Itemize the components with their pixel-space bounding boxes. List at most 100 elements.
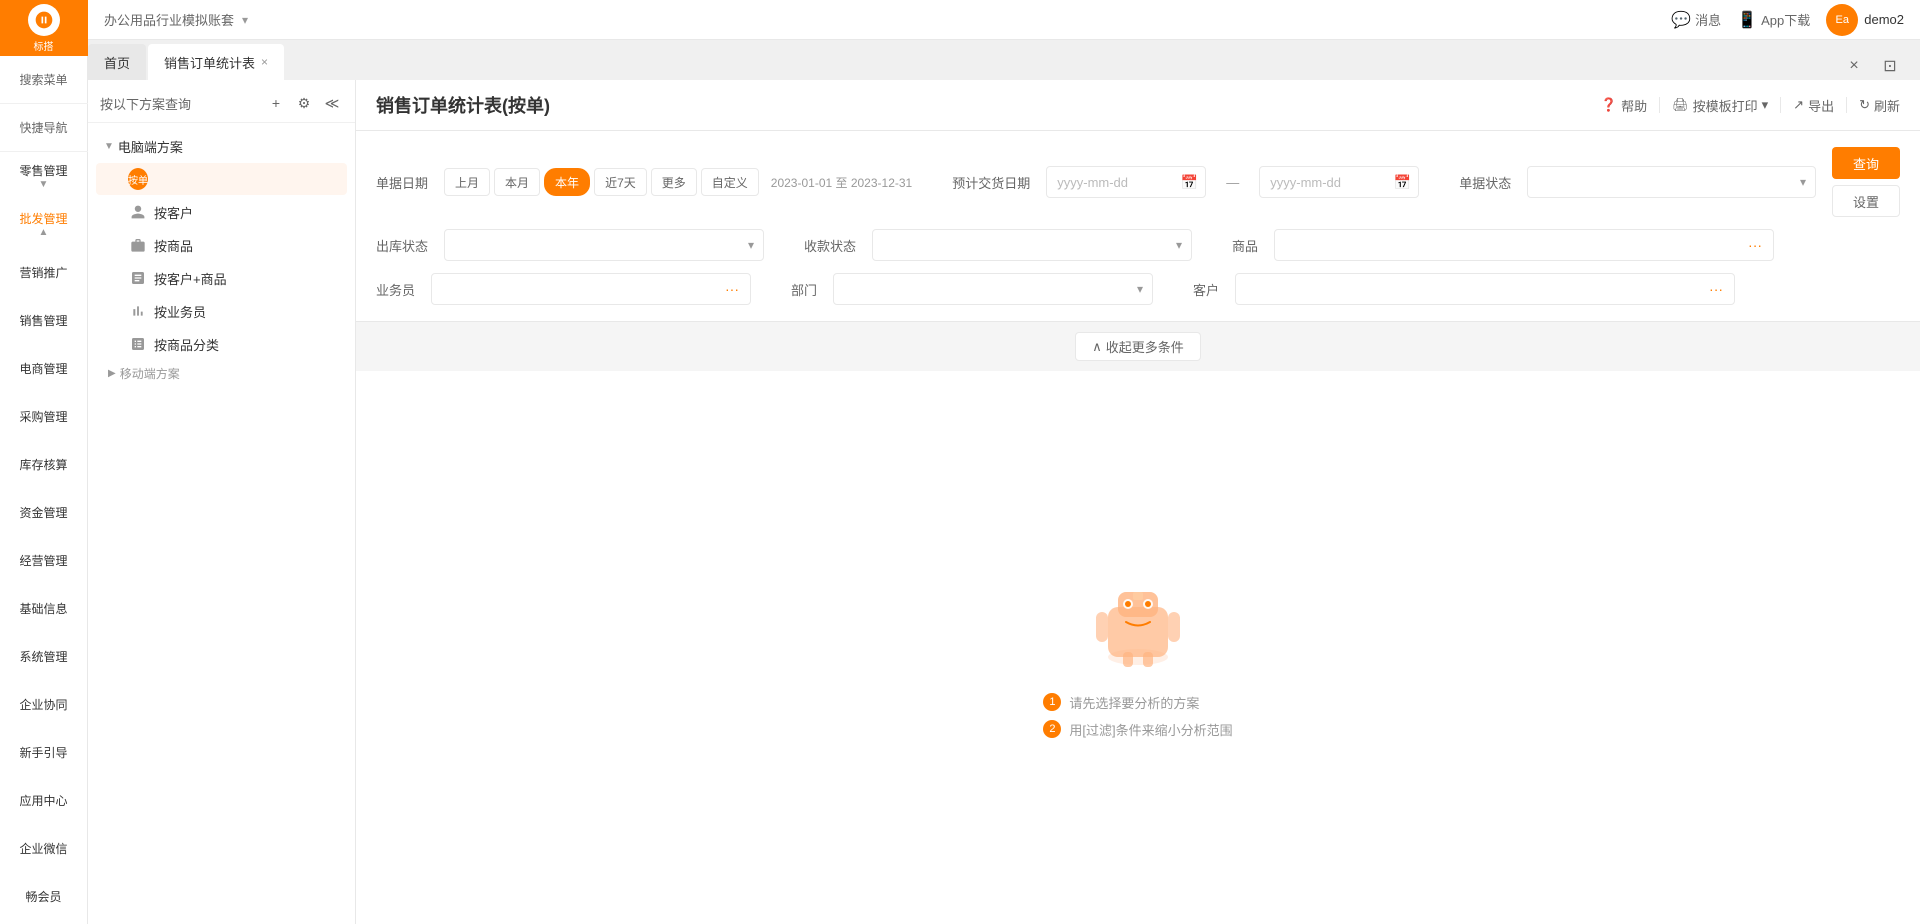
quicknav-label[interactable]: 快捷导航 — [19, 119, 67, 136]
sidebar-item-newbie[interactable]: 新手引导 — [0, 728, 88, 776]
sidebar-item-sales[interactable]: 销售管理 — [0, 296, 88, 344]
left-panel-header: 按以下方案查询 + ⚙ ≪ — [88, 80, 355, 123]
sidebar-item-apps[interactable]: 应用中心 — [0, 776, 88, 824]
delivery-status-wrap: ▾ — [444, 229, 764, 261]
by-order-icon: 按单 — [128, 169, 148, 189]
refresh-button[interactable]: ↻ 刷新 — [1859, 96, 1900, 115]
date-btn-this-month[interactable]: 本月 — [494, 168, 540, 196]
left-panel: 按以下方案查询 + ⚙ ≪ ▼ 电脑端方案 — [88, 80, 356, 924]
mobile-arrow-icon: ▶ — [108, 368, 116, 379]
collapse-label: 收起更多条件 — [1106, 337, 1184, 356]
sidebar-item-basic[interactable]: 基础信息 — [0, 584, 88, 632]
tab-close-icon[interactable]: × — [261, 55, 268, 69]
product-input-wrap: ··· — [1274, 229, 1774, 261]
app-download-action[interactable]: 📱 App下载 — [1737, 10, 1810, 30]
tip-2-text: 用[过滤]条件来缩小分析范围 — [1069, 720, 1232, 739]
empty-illustration — [1078, 557, 1198, 677]
tree-item-by-product-category[interactable]: 按商品分类 — [96, 328, 347, 360]
desktop-section-root[interactable]: ▼ 电脑端方案 — [88, 131, 355, 162]
sidebar-item-operations[interactable]: 经营管理 — [0, 536, 88, 584]
customer-input[interactable] — [1235, 273, 1735, 305]
tab-home[interactable]: 首页 — [88, 44, 146, 80]
sidebar-item-finance[interactable]: 资金管理 — [0, 488, 88, 536]
member-label: 畅会员 — [25, 888, 61, 905]
delivery-date-end-input[interactable] — [1259, 166, 1419, 198]
date-btn-more[interactable]: 更多 — [651, 168, 697, 196]
date-filter-group: 上月 本月 本年 近7天 更多 自定义 2023-01-01 至 2023-12… — [444, 168, 912, 196]
sidebar-item-retail[interactable]: 零售管理 ▼ — [0, 152, 88, 200]
sidebar-item-system[interactable]: 系统管理 — [0, 632, 88, 680]
product-input[interactable] — [1274, 229, 1774, 261]
settings-button[interactable]: 设置 — [1832, 185, 1900, 217]
date-btn-last-month[interactable]: 上月 — [444, 168, 490, 196]
product-filter-label: 商品 — [1232, 236, 1258, 255]
user-info[interactable]: Ea demo2 — [1826, 4, 1904, 36]
sidebar-item-marketing[interactable]: 营销推广 — [0, 248, 88, 296]
delivery-status-select[interactable] — [444, 229, 764, 261]
enterprise-label: 企业协同 — [19, 696, 67, 713]
date-btn-custom[interactable]: 自定义 — [701, 168, 759, 196]
logo-text: 标搭 — [34, 38, 54, 53]
tab-expand-area: × ⊡ — [1824, 52, 1920, 80]
salesperson-ellipsis-btn[interactable]: ··· — [721, 281, 743, 297]
collapse-panel-button[interactable]: ≪ — [321, 92, 343, 114]
date-filter-label: 单据日期 — [376, 173, 428, 192]
inventory-label: 库存核算 — [19, 456, 67, 473]
topbar: 办公用品行业模拟账套 ▾ 💬 消息 📱 App下载 Ea demo2 — [88, 0, 1920, 40]
collapse-conditions-button[interactable]: ∧ 收起更多条件 — [1075, 332, 1201, 361]
product-ellipsis-btn[interactable]: ··· — [1744, 237, 1766, 253]
salesperson-input[interactable] — [431, 273, 751, 305]
date-btn-this-year[interactable]: 本年 — [544, 168, 590, 196]
tab-expand-btn[interactable]: ⊡ — [1876, 52, 1904, 80]
topbar-arrow-icon[interactable]: ▾ — [242, 13, 248, 27]
sidebar-item-wholesale[interactable]: 批发管理 ▲ — [0, 200, 88, 248]
operations-label: 经营管理 — [19, 552, 67, 569]
tree-item-by-customer[interactable]: 按客户 — [96, 196, 347, 228]
basic-label: 基础信息 — [19, 600, 67, 617]
tab-sales-order-stats[interactable]: 销售订单统计表 × — [148, 44, 284, 80]
mobile-section-root[interactable]: ▶ 移动端方案 — [88, 361, 355, 386]
by-product-category-label: 按商品分类 — [154, 335, 219, 354]
search-label[interactable]: 搜索菜单 — [19, 71, 67, 88]
sidebar-item-inventory[interactable]: 库存核算 — [0, 440, 88, 488]
mobile-section-label: 移动端方案 — [120, 365, 180, 382]
tab-bar: 首页 销售订单统计表 × × ⊡ — [88, 40, 1920, 80]
department-select[interactable] — [833, 273, 1153, 305]
newbie-label: 新手引导 — [19, 744, 67, 761]
export-button[interactable]: ↗ 导出 — [1793, 96, 1834, 115]
customer-ellipsis-btn[interactable]: ··· — [1705, 281, 1727, 297]
sidebar-item-ecommerce[interactable]: 电商管理 — [0, 344, 88, 392]
main-area: 办公用品行业模拟账套 ▾ 💬 消息 📱 App下载 Ea demo2 首页 — [88, 0, 1920, 924]
sidebar-item-wechat[interactable]: 企业微信 — [0, 824, 88, 872]
tree-item-by-product[interactable]: 按商品 — [96, 229, 347, 261]
sidebar-item-member[interactable]: 畅会员 — [0, 872, 88, 920]
help-button[interactable]: ❓ 帮助 — [1601, 96, 1647, 115]
empty-tip-1: 1 请先选择要分析的方案 — [1043, 693, 1232, 712]
delivery-date-end-wrap: 📅 — [1259, 166, 1419, 198]
print-button[interactable]: 🖨 按模板打印 ▾ — [1672, 96, 1768, 115]
date-btn-7days[interactable]: 近7天 — [594, 168, 647, 196]
query-button[interactable]: 查询 — [1832, 147, 1900, 179]
refresh-icon: ↻ — [1859, 97, 1870, 113]
filter-area: 单据日期 上月 本月 本年 近7天 更多 自定义 2023-01-01 至 20… — [356, 131, 1920, 322]
delivery-date-start-input[interactable] — [1046, 166, 1206, 198]
order-status-select[interactable] — [1527, 166, 1816, 198]
scheme-settings-button[interactable]: ⚙ — [293, 92, 315, 114]
payment-status-wrap: ▾ — [872, 229, 1192, 261]
tree-item-by-salesperson[interactable]: 按业务员 — [96, 295, 347, 327]
message-action[interactable]: 💬 消息 — [1671, 10, 1721, 30]
sidebar-search[interactable]: 搜索菜单 — [0, 56, 88, 104]
payment-status-select[interactable] — [872, 229, 1192, 261]
app-logo: 标搭 — [0, 0, 88, 56]
by-customer-label: 按客户 — [154, 203, 193, 222]
tree-item-by-customer-product[interactable]: 按客户+商品 — [96, 262, 347, 294]
sidebar-quicknav[interactable]: 快捷导航 — [0, 104, 88, 152]
order-status-label: 单据状态 — [1459, 173, 1511, 192]
sidebar-item-purchase[interactable]: 采购管理 — [0, 392, 88, 440]
wholesale-label: 批发管理 — [19, 210, 67, 227]
add-scheme-button[interactable]: + — [265, 92, 287, 114]
sidebar-item-enterprise[interactable]: 企业协同 — [0, 680, 88, 728]
tab-close-btn[interactable]: × — [1840, 52, 1868, 80]
tree-item-by-order[interactable]: 按单 — [96, 163, 347, 195]
filter-row-3: 业务员 ··· 部门 ▾ 客户 ··· — [376, 273, 1900, 305]
